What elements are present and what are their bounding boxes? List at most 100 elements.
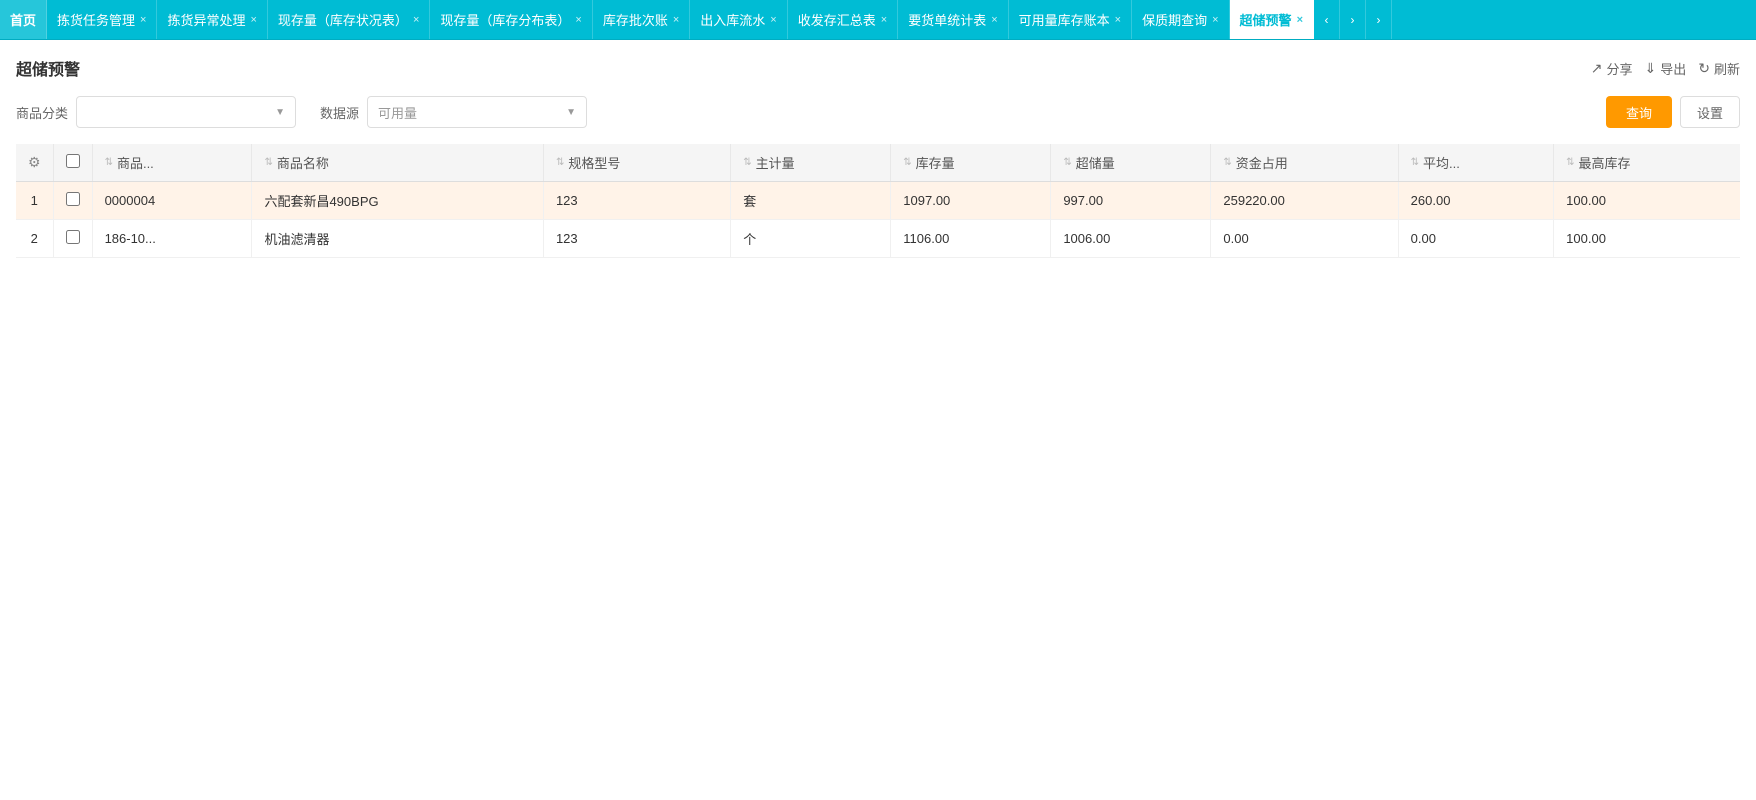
row-spec-1: 123 bbox=[543, 220, 730, 258]
nav-label-inout-flow: 出入库流水 bbox=[700, 10, 765, 29]
nav-label-home: 首页 bbox=[10, 10, 36, 29]
col-header-stock-sort-icon[interactable]: ⇅ bbox=[903, 157, 911, 168]
col-header-stock: ⇅ 库存量 bbox=[891, 144, 1051, 182]
query-button[interactable]: 查询 bbox=[1606, 96, 1672, 128]
nav-arrow-left[interactable]: ‹ bbox=[1314, 0, 1340, 39]
datasource-select-value: 可用量 bbox=[378, 103, 417, 122]
col-header-avg-sort-icon[interactable]: ⇅ bbox=[1411, 157, 1419, 168]
nav-item-batch[interactable]: 库存批次账 × bbox=[593, 0, 690, 39]
row-unit-0: 套 bbox=[731, 182, 891, 220]
nav-arrow-more[interactable]: › bbox=[1366, 0, 1392, 39]
nav-close-req-stats[interactable]: × bbox=[991, 14, 997, 26]
nav-label-collect-send: 收发存汇总表 bbox=[798, 10, 876, 29]
row-num-0: 1 bbox=[16, 182, 53, 220]
nav-label-stock-status: 现存量（库存状况表） bbox=[278, 10, 408, 29]
nav-close-inout-flow[interactable]: × bbox=[770, 14, 776, 26]
nav-arrow-right[interactable]: › bbox=[1340, 0, 1366, 39]
col-header-capital-sort-icon[interactable]: ⇅ bbox=[1223, 157, 1231, 168]
nav-item-stock-status[interactable]: 现存量（库存状况表） × bbox=[268, 0, 430, 39]
row-checkbox-0[interactable] bbox=[66, 192, 80, 206]
nav-close-abnormal[interactable]: × bbox=[250, 14, 256, 26]
nav-item-inout-flow[interactable]: 出入库流水 × bbox=[690, 0, 787, 39]
refresh-label: 刷新 bbox=[1714, 59, 1740, 78]
row-max-1: 100.00 bbox=[1554, 220, 1740, 258]
row-stock-1: 1106.00 bbox=[891, 220, 1051, 258]
nav-item-stock-dist[interactable]: 现存量（库存分布表） × bbox=[430, 0, 592, 39]
nav-close-stock-dist[interactable]: × bbox=[575, 14, 581, 26]
col-header-spec: ⇅ 规格型号 bbox=[543, 144, 730, 182]
datasource-select[interactable]: 可用量 ▼ bbox=[367, 96, 587, 128]
nav-item-task-mgmt[interactable]: 拣货任务管理 × bbox=[47, 0, 157, 39]
col-label-unit: 主计量 bbox=[756, 153, 795, 172]
page-content: 超储预警 ↗ 分享 ⇓ 导出 ↻ 刷新 商品分类 ▼ 数据源 bbox=[0, 40, 1756, 800]
export-button[interactable]: ⇓ 导出 bbox=[1645, 59, 1687, 78]
col-header-checkbox bbox=[53, 144, 92, 182]
nav-item-abnormal[interactable]: 拣货异常处理 × bbox=[157, 0, 267, 39]
row-stock-0: 1097.00 bbox=[891, 182, 1051, 220]
col-header-avg: ⇅ 平均... bbox=[1398, 144, 1554, 182]
col-header-overstock: ⇅ 超储量 bbox=[1051, 144, 1211, 182]
col-header-max-sort-icon[interactable]: ⇅ bbox=[1566, 157, 1574, 168]
nav-close-batch[interactable]: × bbox=[673, 14, 679, 26]
row-code-1: 186-10... bbox=[92, 220, 252, 258]
select-all-checkbox[interactable] bbox=[66, 154, 80, 168]
data-table: ⚙ ⇅ 商品... ⇅ 商品名称 bbox=[16, 144, 1740, 258]
row-capital-1: 0.00 bbox=[1211, 220, 1398, 258]
col-label-capital: 资金占用 bbox=[1236, 153, 1288, 172]
nav-item-available[interactable]: 可用量库存账本 × bbox=[1009, 0, 1132, 39]
nav-item-req-stats[interactable]: 要货单统计表 × bbox=[898, 0, 1008, 39]
share-button[interactable]: ↗ 分享 bbox=[1591, 59, 1633, 78]
share-label: 分享 bbox=[1606, 59, 1632, 78]
col-header-spec-sort-icon[interactable]: ⇅ bbox=[556, 157, 564, 168]
gear-icon[interactable]: ⚙ bbox=[28, 154, 41, 170]
nav-close-available[interactable]: × bbox=[1115, 14, 1121, 26]
share-icon: ↗ bbox=[1591, 60, 1603, 77]
col-header-name-sort-icon[interactable]: ⇅ bbox=[264, 157, 272, 168]
category-dropdown-icon: ▼ bbox=[275, 107, 285, 118]
col-label-overstock: 超储量 bbox=[1076, 153, 1115, 172]
col-label-max: 最高库存 bbox=[1579, 153, 1631, 172]
nav-item-overstock[interactable]: 超储预警 × bbox=[1230, 0, 1314, 39]
nav-label-quality: 保质期查询 bbox=[1142, 10, 1207, 29]
row-overstock-0: 997.00 bbox=[1051, 182, 1211, 220]
table-body: 1 0000004 六配套新昌490BPG 123 套 1097.00 997.… bbox=[16, 182, 1740, 258]
filter-datasource: 数据源 可用量 ▼ bbox=[320, 96, 587, 128]
nav-label-available: 可用量库存账本 bbox=[1019, 10, 1110, 29]
row-max-0: 100.00 bbox=[1554, 182, 1740, 220]
nav-item-home[interactable]: 首页 bbox=[0, 0, 47, 39]
nav-close-overstock[interactable]: × bbox=[1297, 14, 1303, 26]
refresh-button[interactable]: ↻ 刷新 bbox=[1698, 59, 1740, 78]
datasource-label: 数据源 bbox=[320, 103, 359, 122]
col-label-name: 商品名称 bbox=[277, 153, 329, 172]
filter-category: 商品分类 ▼ bbox=[16, 96, 296, 128]
col-header-overstock-sort-icon[interactable]: ⇅ bbox=[1063, 157, 1071, 168]
filter-row: 商品分类 ▼ 数据源 可用量 ▼ 查询 设置 bbox=[16, 96, 1740, 128]
datasource-dropdown-icon: ▼ bbox=[566, 107, 576, 118]
refresh-icon: ↻ bbox=[1698, 60, 1710, 77]
nav-close-quality[interactable]: × bbox=[1212, 14, 1218, 26]
nav-close-collect-send[interactable]: × bbox=[881, 14, 887, 26]
col-header-unit-sort-icon[interactable]: ⇅ bbox=[743, 157, 751, 168]
nav-close-task-mgmt[interactable]: × bbox=[140, 14, 146, 26]
nav-item-quality[interactable]: 保质期查询 × bbox=[1132, 0, 1229, 39]
col-header-name: ⇅ 商品名称 bbox=[252, 144, 544, 182]
col-header-code: ⇅ 商品... bbox=[92, 144, 252, 182]
settings-button[interactable]: 设置 bbox=[1680, 96, 1740, 128]
col-header-max: ⇅ 最高库存 bbox=[1554, 144, 1740, 182]
page-header: 超储预警 ↗ 分享 ⇓ 导出 ↻ 刷新 bbox=[16, 56, 1740, 80]
nav-item-collect-send[interactable]: 收发存汇总表 × bbox=[788, 0, 898, 39]
nav-label-req-stats: 要货单统计表 bbox=[908, 10, 986, 29]
row-checkbox-cell-1 bbox=[53, 220, 92, 258]
nav-close-stock-status[interactable]: × bbox=[413, 14, 419, 26]
nav-label-overstock: 超储预警 bbox=[1240, 10, 1292, 29]
export-icon: ⇓ bbox=[1645, 60, 1657, 77]
col-header-code-sort-icon[interactable]: ⇅ bbox=[105, 157, 113, 168]
nav-label-stock-dist: 现存量（库存分布表） bbox=[440, 10, 570, 29]
row-checkbox-1[interactable] bbox=[66, 230, 80, 244]
table-row: 1 0000004 六配套新昌490BPG 123 套 1097.00 997.… bbox=[16, 182, 1740, 220]
col-label-spec: 规格型号 bbox=[568, 153, 620, 172]
col-label-stock: 库存量 bbox=[916, 153, 955, 172]
row-code-0: 0000004 bbox=[92, 182, 252, 220]
row-avg-0: 260.00 bbox=[1398, 182, 1554, 220]
category-select[interactable]: ▼ bbox=[76, 96, 296, 128]
